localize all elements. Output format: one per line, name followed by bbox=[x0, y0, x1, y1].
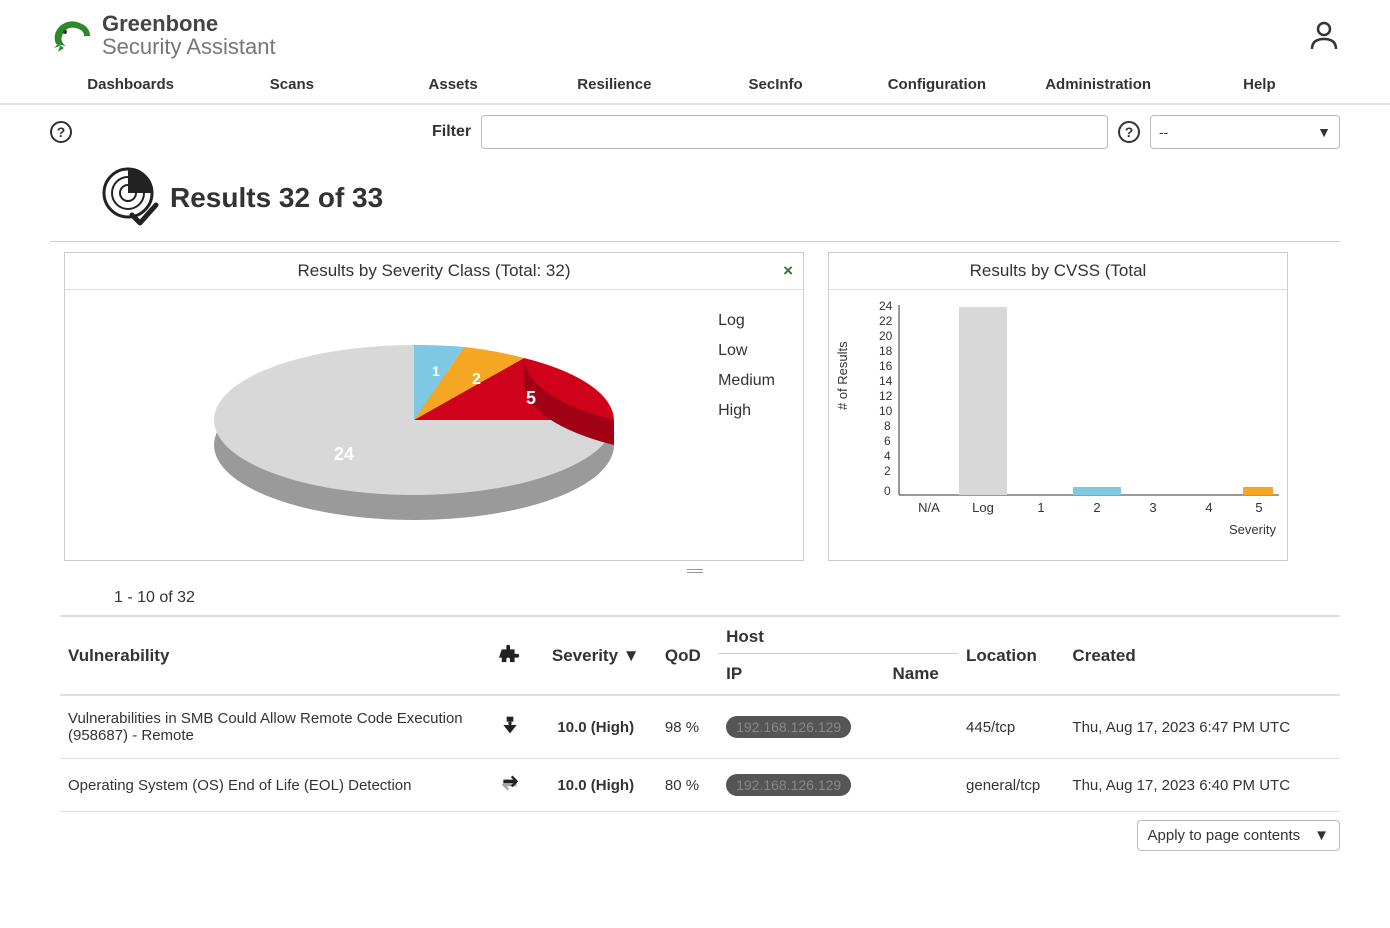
nav-help[interactable]: Help bbox=[1179, 66, 1340, 103]
cell-ip[interactable]: 192.168.126.129 bbox=[726, 774, 851, 796]
cell-qod: 80 % bbox=[657, 759, 718, 812]
chevron-down-icon: ▼ bbox=[1317, 124, 1331, 140]
col-created[interactable]: Created bbox=[1064, 616, 1340, 695]
greenbone-logo-icon bbox=[50, 14, 92, 56]
col-vulnerability[interactable]: Vulnerability bbox=[60, 616, 485, 695]
legend-medium[interactable]: Medium bbox=[718, 372, 775, 390]
cell-severity: 10.0 (High) bbox=[535, 759, 657, 812]
nav-resilience[interactable]: Resilience bbox=[534, 66, 695, 103]
resize-handle-icon[interactable] bbox=[687, 569, 703, 575]
cell-vulnerability[interactable]: Operating System (OS) End of Life (EOL) … bbox=[60, 759, 485, 812]
results-icon bbox=[98, 167, 160, 229]
legend-log[interactable]: Log bbox=[718, 312, 775, 330]
page-help-icon[interactable]: ? bbox=[50, 121, 72, 143]
svg-text:Log: Log bbox=[972, 500, 994, 515]
svg-text:5: 5 bbox=[1255, 500, 1262, 515]
cell-qod: 98 % bbox=[657, 695, 718, 759]
svg-text:0: 0 bbox=[884, 484, 891, 498]
bar-chart[interactable]: 24 22 20 18 16 14 12 10 8 6 4 2 0 # of R… bbox=[829, 290, 1279, 545]
filter-dropdown-value: -- bbox=[1159, 124, 1168, 140]
cell-severity: 10.0 (High) bbox=[535, 695, 657, 759]
svg-text:12: 12 bbox=[879, 389, 893, 403]
svg-text:10: 10 bbox=[879, 404, 893, 418]
legend-high[interactable]: High bbox=[718, 402, 775, 420]
nav-assets[interactable]: Assets bbox=[373, 66, 534, 103]
cell-created: Thu, Aug 17, 2023 6:47 PM UTC bbox=[1064, 695, 1340, 759]
cell-hostname bbox=[885, 759, 958, 812]
cell-created: Thu, Aug 17, 2023 6:40 PM UTC bbox=[1064, 759, 1340, 812]
brand-logo: Greenbone Security Assistant bbox=[50, 12, 276, 58]
pie-chart-card: Results by Severity Class (Total: 32) × bbox=[64, 252, 804, 561]
cell-location: general/tcp bbox=[958, 759, 1064, 812]
svg-text:2: 2 bbox=[884, 464, 891, 478]
svg-text:# of Results: # of Results bbox=[835, 341, 850, 410]
nav-secinfo[interactable]: SecInfo bbox=[695, 66, 856, 103]
svg-text:14: 14 bbox=[879, 374, 893, 388]
pie-chart-title: Results by Severity Class (Total: 32) bbox=[297, 261, 570, 280]
bar-chart-card: Results by CVSS (Total 24 22 20 18 16 14… bbox=[828, 252, 1288, 561]
user-icon[interactable] bbox=[1308, 19, 1340, 51]
pie-legend: Log Low Medium High bbox=[718, 312, 775, 420]
filter-input[interactable] bbox=[481, 115, 1108, 149]
chevron-down-icon: ▼ bbox=[1314, 827, 1329, 844]
cell-hostname bbox=[885, 695, 958, 759]
nav-administration[interactable]: Administration bbox=[1018, 66, 1179, 103]
filter-help-icon[interactable]: ? bbox=[1118, 121, 1140, 143]
svg-text:Severity: Severity bbox=[1229, 522, 1276, 537]
cell-ip[interactable]: 192.168.126.129 bbox=[726, 716, 851, 738]
svg-text:6: 6 bbox=[884, 434, 891, 448]
brand-line1: Greenbone bbox=[102, 12, 276, 35]
svg-text:4: 4 bbox=[1205, 500, 1212, 515]
page-title: Results 32 of 33 bbox=[170, 182, 383, 214]
svg-text:N/A: N/A bbox=[918, 500, 940, 515]
apply-dropdown[interactable]: Apply to page contents ▼ bbox=[1137, 820, 1340, 851]
nav-configuration[interactable]: Configuration bbox=[856, 66, 1017, 103]
vendorfix-icon bbox=[500, 715, 520, 735]
pie-chart[interactable]: 24 1 2 5 bbox=[174, 300, 694, 550]
table-row[interactable]: Operating System (OS) End of Life (EOL) … bbox=[60, 759, 1340, 812]
svg-text:22: 22 bbox=[879, 314, 893, 328]
main-nav: Dashboards Scans Assets Resilience SecIn… bbox=[0, 66, 1390, 105]
svg-text:3: 3 bbox=[1149, 500, 1156, 515]
col-location[interactable]: Location bbox=[958, 616, 1064, 695]
svg-text:24: 24 bbox=[879, 299, 893, 313]
col-host: Host bbox=[718, 616, 958, 654]
apply-dropdown-label: Apply to page contents bbox=[1148, 827, 1301, 844]
svg-text:20: 20 bbox=[879, 329, 893, 343]
svg-text:2: 2 bbox=[472, 371, 481, 388]
svg-text:4: 4 bbox=[884, 449, 891, 463]
col-solution-type[interactable] bbox=[485, 616, 535, 695]
col-qod[interactable]: QoD bbox=[657, 616, 718, 695]
table-row[interactable]: Vulnerabilities in SMB Could Allow Remot… bbox=[60, 695, 1340, 759]
puzzle-icon bbox=[499, 642, 521, 664]
brand-line2: Security Assistant bbox=[102, 35, 276, 58]
bar-chart-title: Results by CVSS (Total bbox=[970, 261, 1147, 280]
svg-text:1: 1 bbox=[1037, 500, 1044, 515]
col-severity[interactable]: Severity ▼ bbox=[535, 616, 657, 695]
svg-text:2: 2 bbox=[1093, 500, 1100, 515]
legend-low[interactable]: Low bbox=[718, 342, 775, 360]
cell-vulnerability[interactable]: Vulnerabilities in SMB Could Allow Remot… bbox=[60, 695, 485, 759]
close-icon[interactable]: × bbox=[783, 261, 793, 281]
svg-text:8: 8 bbox=[884, 419, 891, 433]
filter-dropdown[interactable]: -- ▼ bbox=[1150, 115, 1340, 149]
svg-text:24: 24 bbox=[334, 444, 354, 464]
svg-text:16: 16 bbox=[879, 359, 893, 373]
pager-text: 1 - 10 of 32 bbox=[60, 583, 1340, 615]
nav-dashboards[interactable]: Dashboards bbox=[50, 66, 211, 103]
nav-scans[interactable]: Scans bbox=[211, 66, 372, 103]
col-name[interactable]: Name bbox=[885, 654, 958, 696]
filter-label: Filter bbox=[432, 123, 471, 141]
cell-location: 445/tcp bbox=[958, 695, 1064, 759]
results-table: Vulnerability Severity ▼ QoD Host Locati… bbox=[60, 615, 1340, 812]
mitigation-icon bbox=[500, 773, 520, 793]
svg-text:1: 1 bbox=[432, 363, 440, 379]
col-ip[interactable]: IP bbox=[718, 654, 884, 696]
svg-text:5: 5 bbox=[526, 388, 536, 408]
svg-text:18: 18 bbox=[879, 344, 893, 358]
